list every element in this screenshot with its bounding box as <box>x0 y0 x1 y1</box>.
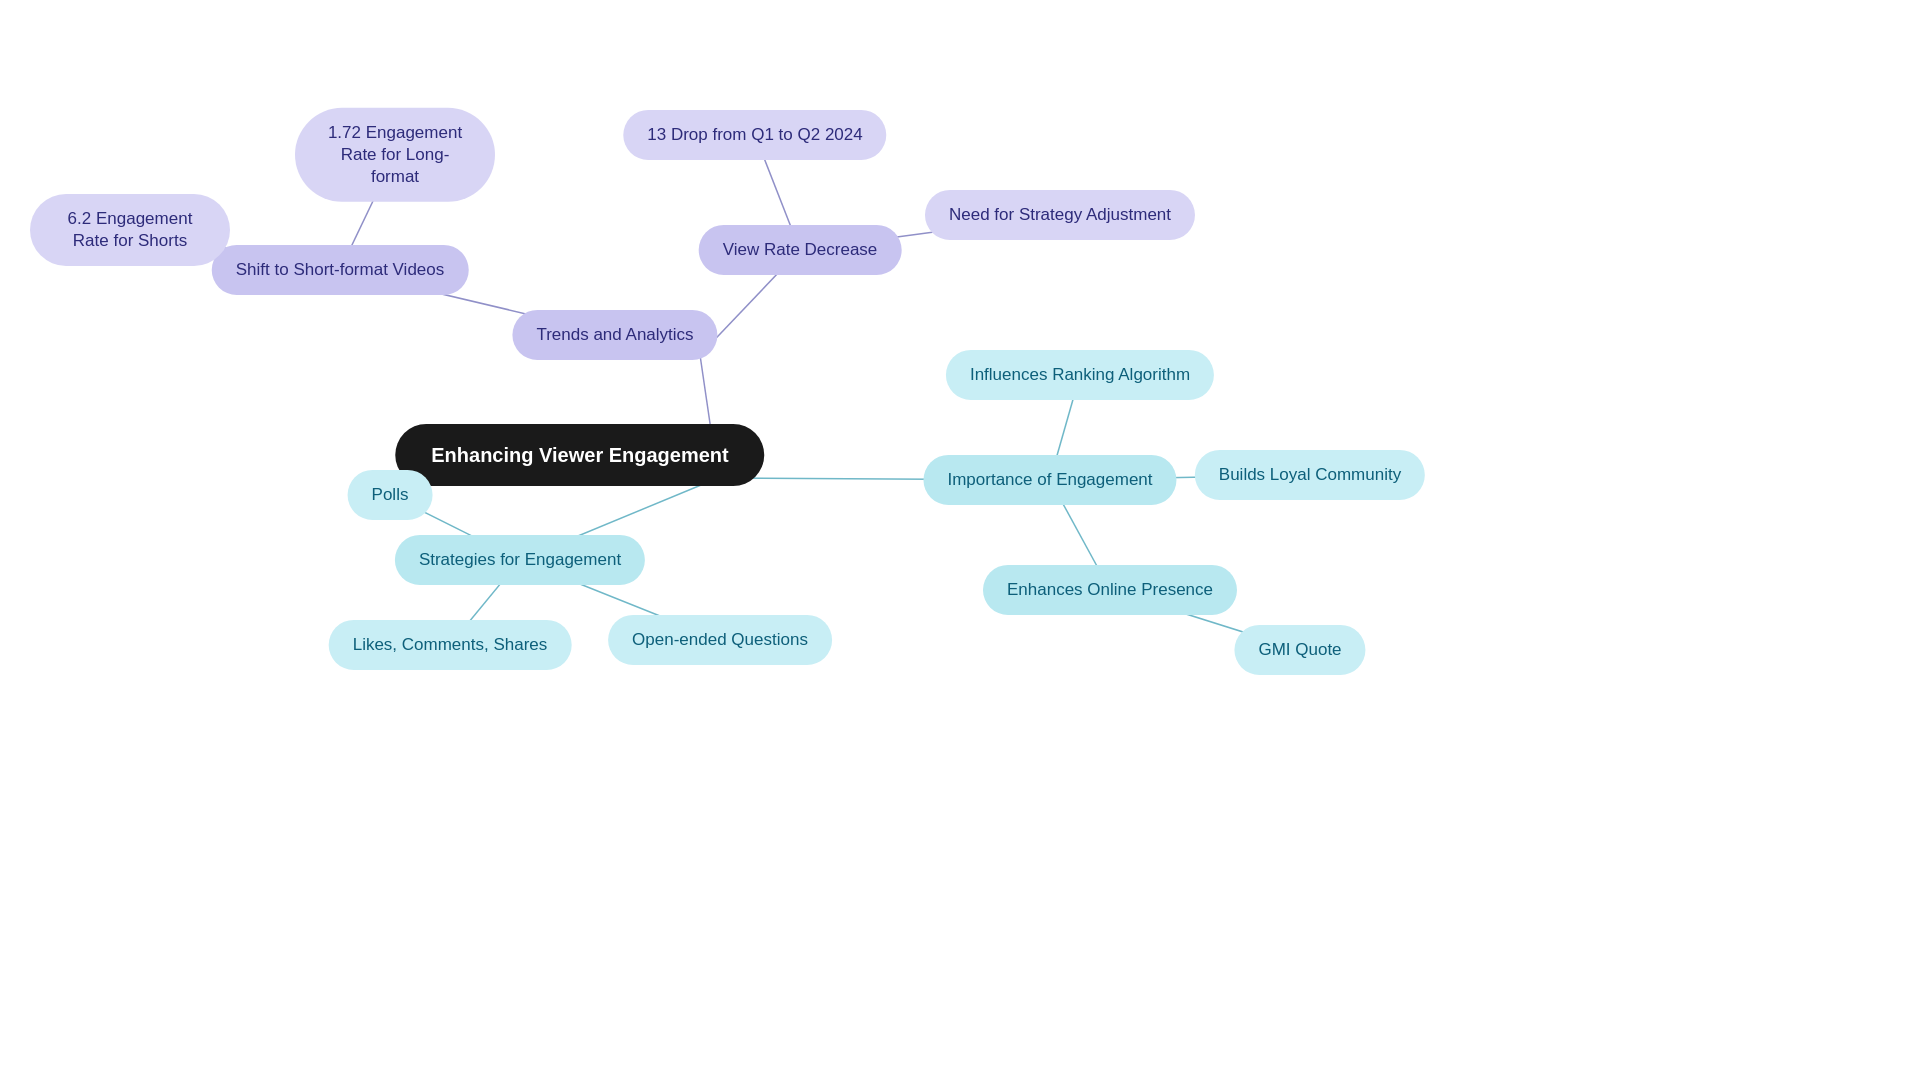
open-ended-node: Open-ended Questions <box>608 615 832 665</box>
strategies-label: Strategies for Engagement <box>419 549 621 571</box>
shift-label: Shift to Short-format Videos <box>236 259 445 281</box>
ranking-label: Influences Ranking Algorithm <box>970 364 1190 386</box>
gmi-node: GMI Quote <box>1234 625 1365 675</box>
view-rate-label: View Rate Decrease <box>723 239 878 261</box>
polls-node: Polls <box>348 470 433 520</box>
importance-node: Importance of Engagement <box>923 455 1176 505</box>
view-rate-node: View Rate Decrease <box>699 225 902 275</box>
shift-node: Shift to Short-format Videos <box>212 245 469 295</box>
likes-node: Likes, Comments, Shares <box>329 620 572 670</box>
strategies-node: Strategies for Engagement <box>395 535 645 585</box>
online-presence-node: Enhances Online Presence <box>983 565 1237 615</box>
importance-label: Importance of Engagement <box>947 469 1152 491</box>
gmi-label: GMI Quote <box>1258 639 1341 661</box>
engagement-long-label: 1.72 Engagement Rate for Long-format <box>319 122 471 188</box>
center-label: Enhancing Viewer Engagement <box>431 442 728 468</box>
drop-node: 13 Drop from Q1 to Q2 2024 <box>623 110 886 160</box>
open-ended-label: Open-ended Questions <box>632 629 808 651</box>
online-presence-label: Enhances Online Presence <box>1007 579 1213 601</box>
strategy-label: Need for Strategy Adjustment <box>949 204 1171 226</box>
engagement-shorts-label: 6.2 Engagement Rate for Shorts <box>54 208 206 252</box>
strategy-node: Need for Strategy Adjustment <box>925 190 1195 240</box>
loyal-node: Builds Loyal Community <box>1195 450 1425 500</box>
polls-label: Polls <box>372 484 409 506</box>
engagement-long-node: 1.72 Engagement Rate for Long-format <box>295 108 495 202</box>
trends-label: Trends and Analytics <box>536 324 693 346</box>
likes-label: Likes, Comments, Shares <box>353 634 548 656</box>
trends-node: Trends and Analytics <box>512 310 717 360</box>
ranking-node: Influences Ranking Algorithm <box>946 350 1214 400</box>
center-node: Enhancing Viewer Engagement <box>395 424 764 486</box>
loyal-label: Builds Loyal Community <box>1219 464 1401 486</box>
engagement-shorts-node: 6.2 Engagement Rate for Shorts <box>30 194 230 266</box>
drop-label: 13 Drop from Q1 to Q2 2024 <box>647 124 862 146</box>
